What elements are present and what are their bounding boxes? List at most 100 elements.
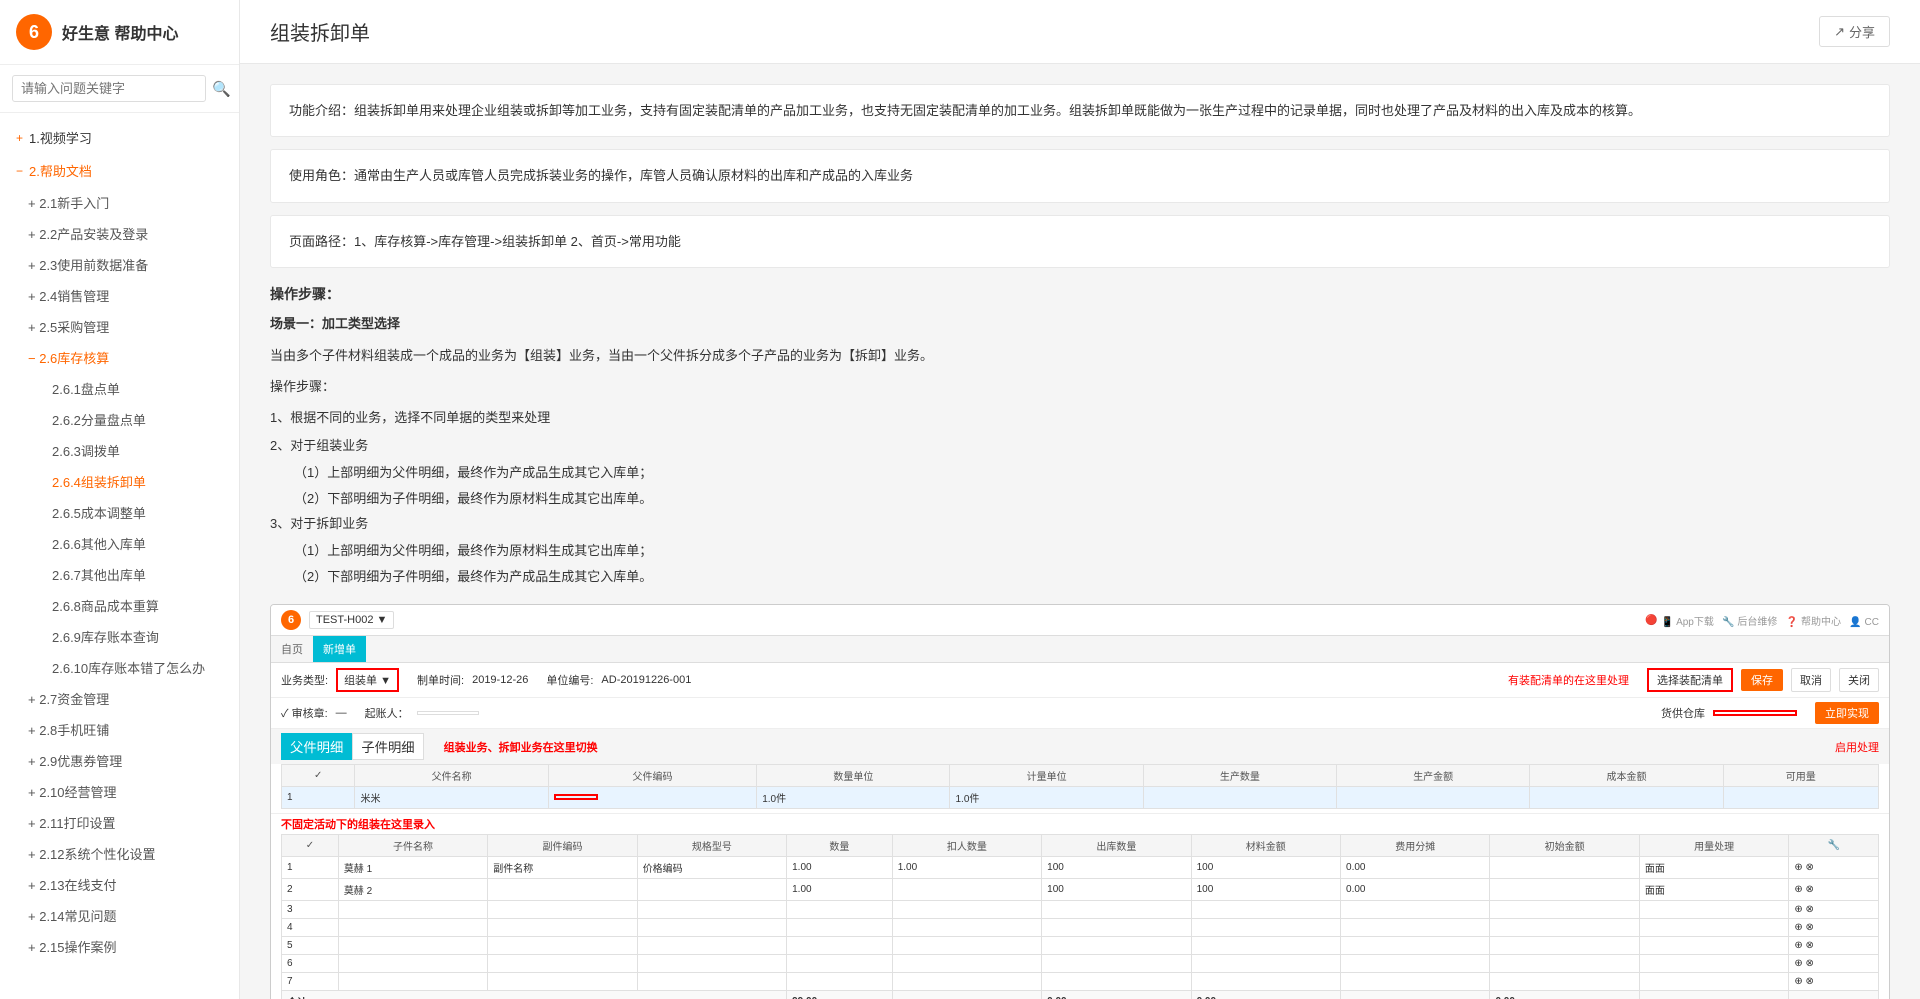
ops-steps-heading: 操作步骤： [270, 375, 1890, 398]
mock-parent-code-input[interactable] [554, 794, 598, 800]
mock-th-prod-amt: 生产金额 [1337, 765, 1530, 787]
ops-heading: 操作步骤： [270, 284, 1890, 304]
mock-cth-spec: 规格型号 [637, 835, 786, 857]
sidebar-item-263[interactable]: 2.6.3调拨单 [16, 435, 239, 466]
sidebar-item-268[interactable]: 2.6.8商品成本重算 [16, 590, 239, 621]
sidebar-item-print[interactable]: + 2.11打印设置 [0, 807, 239, 838]
mock-screen: 6 TEST-H002 ▼ 🔴 📱 App下载 🔧 后台维修 ❓ 帮助中心 👤 … [271, 605, 1889, 999]
sidebar-item-payment[interactable]: + 2.13在线支付 [0, 869, 239, 900]
mock-td-prod-qty [1143, 787, 1336, 809]
logo-text: 好生意 帮助中心 [62, 20, 178, 44]
mock-topbar: 6 TEST-H002 ▼ 🔴 📱 App下载 🔧 后台维修 ❓ 帮助中心 👤 … [271, 605, 1889, 636]
step-2: 2、对于组装业务 [270, 434, 1890, 457]
mock-child-row-3: 3⊕ ⊗ [282, 901, 1879, 919]
share-button[interactable]: ↗ 分享 [1819, 16, 1890, 47]
mock-th-prod-qty: 生产数量 [1143, 765, 1336, 787]
nav-inventory-sub: 2.6.1盘点单 2.6.2分量盘点单 2.6.3调拨单 2.6.4组装拆卸单 … [0, 373, 239, 683]
sidebar-nav: + 1.视频学习 − 2.帮助文档 + 2.1新手入门 + 2.2产品安装及登录… [0, 113, 239, 999]
sidebar-item-cases[interactable]: + 2.15操作案例 [0, 931, 239, 962]
step-2-1: （1）上部明细为父件明细，最终作为产成品生成其它入库单； [294, 461, 1890, 484]
sidebar-item-264[interactable]: 2.6.4组装拆卸单 [16, 466, 239, 497]
logo-icon: 6 [16, 14, 52, 50]
sidebar-item-inventory[interactable]: − 2.6库存核算 [0, 342, 239, 373]
mock-cth-name: 子件名称 [338, 835, 487, 857]
mock-logo: 6 [281, 610, 301, 630]
nav-section-video: + 1.视频学习 [0, 121, 239, 154]
mock-parent-row-1: 1 米米 1.0件 1.0件 [282, 787, 1879, 809]
mock-annotation-type: 组装业务、拆卸业务在这里切换 [444, 739, 598, 755]
mock-topbar-actions: 📱 App下载 🔧 后台维修 ❓ 帮助中心 👤 CC [1661, 613, 1879, 628]
mock-no-value: AD-20191226-001 [601, 674, 691, 686]
mock-tab-new[interactable]: 新增单 [313, 636, 366, 662]
mock-company-select[interactable]: TEST-H002 ▼ [309, 611, 394, 629]
sidebar-item-install[interactable]: + 2.2产品安装及登录 [0, 218, 239, 249]
mock-cth-fee: 费用分摊 [1341, 835, 1490, 857]
search-input[interactable] [12, 75, 206, 102]
mock-alert-icon: 🔴 [1645, 615, 1657, 626]
sidebar-item-265[interactable]: 2.6.5成本调整单 [16, 497, 239, 528]
page-title: 组装拆卸单 [270, 17, 370, 46]
sidebar-item-operation[interactable]: + 2.10经营管理 [0, 776, 239, 807]
mock-select-btn[interactable]: 选择装配清单 [1647, 668, 1733, 692]
mock-no-label: 单位编号: [546, 672, 593, 688]
mock-type-value-box[interactable]: 组装单 ▼ [336, 668, 399, 692]
search-button[interactable]: 🔍 [212, 80, 231, 98]
main-header: 组装拆卸单 ↗ 分享 [240, 0, 1920, 64]
mock-tab-home[interactable]: 自页 [271, 636, 313, 662]
sidebar-item-coupon[interactable]: + 2.9优惠券管理 [0, 745, 239, 776]
sidebar-item-2610[interactable]: 2.6.10库存账本错了怎么办 [16, 652, 239, 683]
main-area: 组装拆卸单 ↗ 分享 功能介绍：组装拆卸单用来处理企业组装或拆卸等加工业务，支持… [240, 0, 1920, 999]
step-1: 1、根据不同的业务，选择不同单据的类型来处理 [270, 406, 1890, 429]
mock-child-annotation-row: 不固定活动下的组装在这里录入 [281, 814, 1879, 834]
sidebar-item-newbie[interactable]: + 2.1新手入门 [0, 187, 239, 218]
sidebar-item-269[interactable]: 2.6.9库存账本查询 [16, 621, 239, 652]
scenario1-heading: 场景一：加工类型选择 [270, 312, 1890, 335]
sidebar-item-purchase[interactable]: + 2.5采购管理 [0, 311, 239, 342]
mock-confirm-btn[interactable]: 立即实现 [1815, 702, 1879, 724]
intro-box: 功能介绍：组装拆卸单用来处理企业组装或拆卸等加工业务，支持有固定装配清单的产品加… [270, 84, 1890, 137]
mock-cancel-btn[interactable]: 取消 [1791, 668, 1831, 692]
mock-td-measure: 1.0件 [950, 787, 1143, 809]
mock-warehouse-row: ✓ 审核章: — 起账人： 货供仓库 立即实现 [271, 698, 1889, 729]
mock-parent-table-area: ✓ 父件名称 父件编码 数量单位 计量单位 生产数量 生产金额 成本金额 可用量 [271, 764, 1889, 813]
mock-annotation-clearance: 有装配清单的在这里处理 [1508, 672, 1629, 688]
mock-child-table: ✓ 子件名称 副件编码 规格型号 数量 扣人数量 出库数量 材料金额 费用分摊 … [281, 834, 1879, 999]
mock-cth-mat-amt: 材料金额 [1191, 835, 1340, 857]
sidebar-item-video[interactable]: + 1.视频学习 [0, 121, 239, 154]
mock-warehouse-input[interactable] [1713, 710, 1797, 716]
sidebar-header: 6 好生意 帮助中心 [0, 0, 239, 65]
mock-parent-table: ✓ 父件名称 父件编码 数量单位 计量单位 生产数量 生产金额 成本金额 可用量 [281, 764, 1879, 809]
mock-td-cost-amt [1530, 787, 1723, 809]
mock-close-btn[interactable]: 关闭 [1839, 668, 1879, 692]
mock-child-row-6: 6⊕ ⊗ [282, 955, 1879, 973]
mock-cth-handle: 用量处理 [1639, 835, 1788, 857]
mock-date-value: 2019-12-26 [472, 674, 528, 686]
sidebar-item-262[interactable]: 2.6.2分量盘点单 [16, 404, 239, 435]
mock-qty-input[interactable] [417, 711, 479, 715]
sidebar-item-261[interactable]: 2.6.1盘点单 [16, 373, 239, 404]
mock-cth-check: ✓ [282, 835, 339, 857]
sidebar-item-system[interactable]: + 2.12系统个性化设置 [0, 838, 239, 869]
scenario1-desc: 当由多个子件材料组装成一个成品的业务为【组装】业务，当由一个父件拆分成多个子产品… [270, 344, 1890, 367]
mock-annotation-enabled: 启用处理 [1835, 739, 1879, 755]
mock-child-row-2: 2 莫赫 2 1.00 100 100 0.00 面面 [282, 879, 1879, 901]
mock-save-btn[interactable]: 保存 [1741, 669, 1783, 691]
sidebar-item-267[interactable]: 2.6.7其他出库单 [16, 559, 239, 590]
mock-child-table-area: 不固定活动下的组装在这里录入 ✓ 子件名称 副件编码 规格型号 数量 扣人数量 [271, 813, 1889, 999]
sidebar-item-266[interactable]: 2.6.6其他入库单 [16, 528, 239, 559]
mock-cth-qty: 数量 [787, 835, 893, 857]
mock-tab-parent[interactable]: 父件明细 [281, 733, 352, 760]
mock-th-check: ✓ [282, 765, 355, 787]
sidebar-item-capital[interactable]: + 2.7资金管理 [0, 683, 239, 714]
screenshot-container: 6 TEST-H002 ▼ 🔴 📱 App下载 🔧 后台维修 ❓ 帮助中心 👤 … [270, 604, 1890, 999]
sidebar-item-faq[interactable]: + 2.14常见问题 [0, 900, 239, 931]
sidebar-item-data[interactable]: + 2.3使用前数据准备 [0, 249, 239, 280]
sidebar-item-sales[interactable]: + 2.4销售管理 [0, 280, 239, 311]
search-bar: 🔍 [0, 65, 239, 113]
nav-sub-help: + 2.1新手入门 + 2.2产品安装及登录 + 2.3使用前数据准备 + 2.… [0, 187, 239, 962]
mock-tab-child[interactable]: 子件明细 [352, 733, 423, 760]
sidebar-item-help[interactable]: − 2.帮助文档 [0, 154, 239, 187]
sidebar-item-mobile[interactable]: + 2.8手机旺铺 [0, 714, 239, 745]
share-icon: ↗ [1834, 24, 1845, 40]
step-3: 3、对于拆卸业务 [270, 512, 1890, 535]
